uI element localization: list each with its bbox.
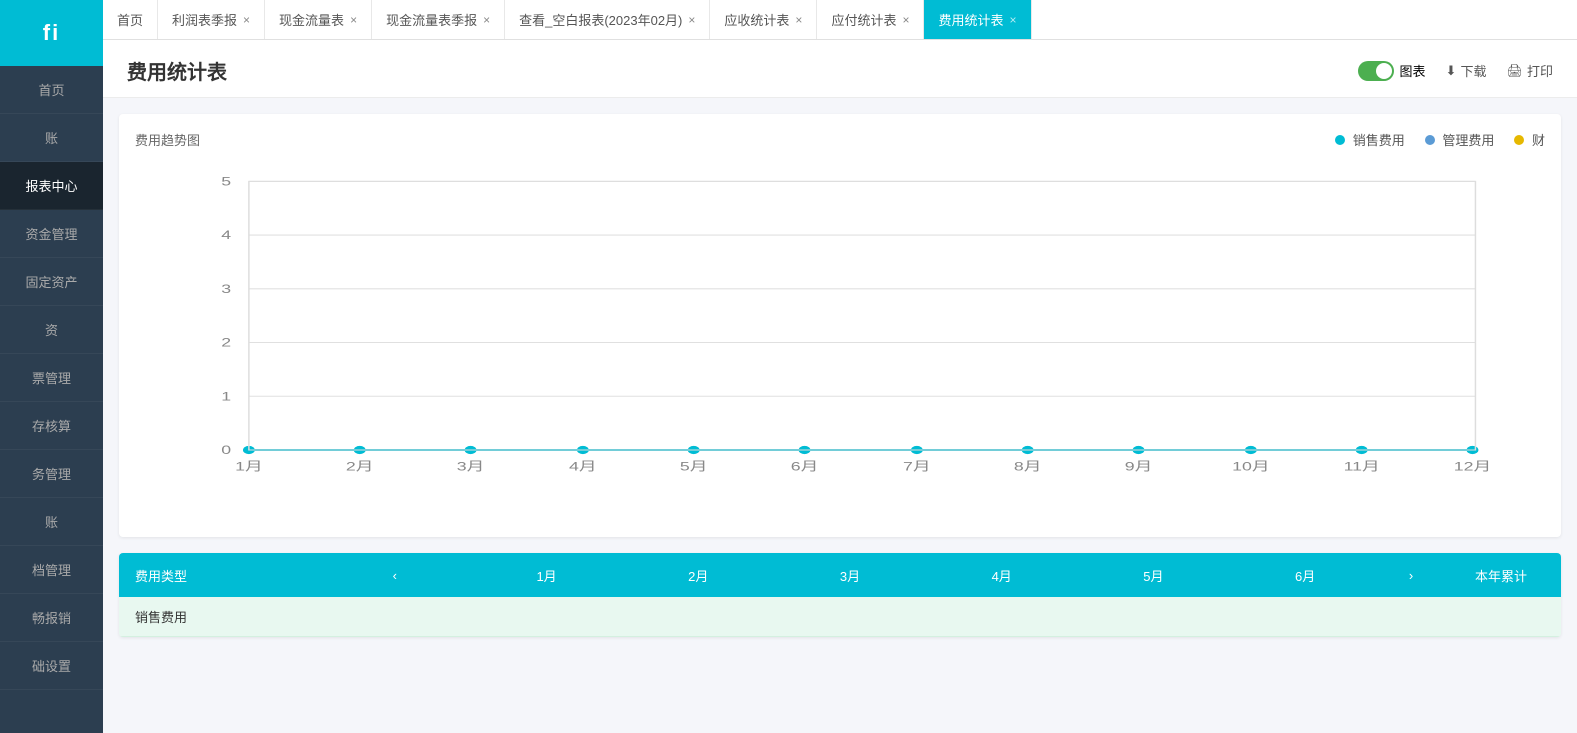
page-title: 费用统计表 bbox=[127, 56, 227, 85]
print-label: 打印 bbox=[1527, 61, 1553, 80]
chart-toggle-label: 图表 bbox=[1400, 61, 1426, 80]
tab-bar: 首页 利润表季报 × 现金流量表 × 现金流量表季报 × 查看_空白报表(202… bbox=[103, 0, 1577, 40]
print-icon: 🖨 bbox=[1506, 63, 1523, 79]
th-m5: 5月 bbox=[1078, 566, 1230, 585]
sidebar-item-service[interactable]: 务管理 bbox=[0, 450, 103, 498]
sidebar-logo: fi bbox=[0, 0, 103, 66]
sidebar-item-archive[interactable]: 档管理 bbox=[0, 546, 103, 594]
tab-receivable[interactable]: 应收统计表 × bbox=[710, 0, 817, 40]
chart-svg: 5 4 3 2 1 0 1月 2月 3月 4月 5月 6月 7月 8月 bbox=[175, 171, 1505, 481]
sidebar-item-payable[interactable]: 账 bbox=[0, 498, 103, 546]
sidebar-item-report[interactable]: 报表中心 bbox=[0, 162, 103, 210]
page-actions: 图表 ⬇ 下载 🖨 打印 bbox=[1358, 61, 1553, 81]
chart-toggle-wrap: 图表 bbox=[1358, 61, 1426, 81]
legend-finance: 财 bbox=[1514, 130, 1545, 149]
svg-text:0: 0 bbox=[221, 444, 231, 458]
sidebar-item-asset[interactable]: 固定资产 bbox=[0, 258, 103, 306]
tab-close-cashflow[interactable]: × bbox=[350, 13, 357, 27]
chart-section: 费用趋势图 销售费用 管理费用 财 bbox=[119, 114, 1561, 537]
svg-text:12月: 12月 bbox=[1454, 460, 1491, 474]
chart-header: 费用趋势图 销售费用 管理费用 财 bbox=[135, 130, 1545, 149]
svg-text:4月: 4月 bbox=[569, 460, 597, 474]
sidebar-item-fund[interactable]: 资金管理 bbox=[0, 210, 103, 258]
svg-text:6月: 6月 bbox=[791, 460, 819, 474]
th-m1: 1月 bbox=[471, 566, 623, 585]
tab-close-receivable[interactable]: × bbox=[795, 13, 802, 27]
download-button[interactable]: ⬇ 下载 bbox=[1446, 61, 1487, 80]
svg-text:7月: 7月 bbox=[903, 460, 931, 474]
th-m2: 2月 bbox=[622, 566, 774, 585]
td-type: 销售费用 bbox=[119, 607, 319, 626]
legend-sales: 销售费用 bbox=[1335, 130, 1405, 149]
th-nav-prev[interactable]: ‹ bbox=[319, 568, 471, 583]
sidebar-item-invoice[interactable]: 票管理 bbox=[0, 354, 103, 402]
tab-home[interactable]: 首页 bbox=[103, 0, 158, 40]
svg-text:8月: 8月 bbox=[1014, 460, 1042, 474]
th-nav-next[interactable]: › bbox=[1381, 568, 1441, 583]
page-header: 费用统计表 图表 ⬇ 下载 🖨 打印 bbox=[103, 40, 1577, 98]
legend-dot-admin bbox=[1425, 135, 1435, 145]
table-row: 销售费用 bbox=[119, 597, 1561, 637]
sidebar-item-settings[interactable]: 础设置 bbox=[0, 642, 103, 690]
expense-table: 费用类型 ‹ 1月 2月 3月 4月 5月 6月 › 本年累计 销售费用 bbox=[119, 553, 1561, 637]
chart-area: 5 4 3 2 1 0 1月 2月 3月 4月 5月 6月 7月 8月 bbox=[135, 161, 1545, 521]
svg-text:2月: 2月 bbox=[346, 460, 374, 474]
svg-text:2: 2 bbox=[221, 336, 231, 350]
sidebar-item-sales[interactable]: 畅报销 bbox=[0, 594, 103, 642]
svg-text:3月: 3月 bbox=[457, 460, 485, 474]
tab-profit[interactable]: 利润表季报 × bbox=[158, 0, 265, 40]
svg-text:10月: 10月 bbox=[1232, 460, 1269, 474]
download-label: 下载 bbox=[1460, 61, 1486, 80]
tab-payable-tab[interactable]: 应付统计表 × bbox=[817, 0, 924, 40]
th-type: 费用类型 bbox=[119, 566, 319, 585]
th-m4: 4月 bbox=[926, 566, 1078, 585]
download-icon: ⬇ bbox=[1446, 63, 1457, 79]
print-button[interactable]: 🖨 打印 bbox=[1506, 61, 1553, 80]
th-m6: 6月 bbox=[1229, 566, 1381, 585]
tab-expense[interactable]: 费用统计表 × bbox=[924, 0, 1031, 40]
tab-close-profit[interactable]: × bbox=[243, 13, 250, 27]
svg-text:9月: 9月 bbox=[1125, 460, 1153, 474]
chart-legend: 销售费用 管理费用 财 bbox=[1335, 130, 1545, 149]
svg-text:1月: 1月 bbox=[235, 460, 263, 474]
th-total: 本年累计 bbox=[1441, 566, 1561, 585]
svg-text:1: 1 bbox=[221, 390, 231, 404]
content-area: 费用统计表 图表 ⬇ 下载 🖨 打印 费用趋势图 bbox=[103, 40, 1577, 733]
svg-text:5月: 5月 bbox=[680, 460, 708, 474]
chart-title: 费用趋势图 bbox=[135, 130, 200, 149]
svg-text:3: 3 bbox=[221, 282, 231, 296]
legend-dot-finance bbox=[1514, 135, 1524, 145]
sidebar-item-home[interactable]: 首页 bbox=[0, 66, 103, 114]
svg-text:11月: 11月 bbox=[1344, 460, 1380, 474]
sidebar: fi 首页 账 报表中心 资金管理 固定资产 资 票管理 存核算 务管理 账 档… bbox=[0, 0, 103, 733]
sidebar-item-stock[interactable]: 存核算 bbox=[0, 402, 103, 450]
table-header: 费用类型 ‹ 1月 2月 3月 4月 5月 6月 › 本年累计 bbox=[119, 553, 1561, 597]
main-content: 首页 利润表季报 × 现金流量表 × 现金流量表季报 × 查看_空白报表(202… bbox=[103, 0, 1577, 733]
tab-close-payable[interactable]: × bbox=[902, 13, 909, 27]
tab-cashflow[interactable]: 现金流量表 × bbox=[265, 0, 372, 40]
svg-text:4: 4 bbox=[221, 229, 231, 243]
sidebar-item-invest[interactable]: 资 bbox=[0, 306, 103, 354]
legend-admin: 管理费用 bbox=[1425, 130, 1495, 149]
tab-close-blank[interactable]: × bbox=[688, 13, 695, 27]
tab-close-expense[interactable]: × bbox=[1009, 13, 1016, 27]
sidebar-item-account[interactable]: 账 bbox=[0, 114, 103, 162]
tab-blank[interactable]: 查看_空白报表(2023年02月) × bbox=[505, 0, 710, 40]
legend-dot-sales bbox=[1335, 135, 1345, 145]
th-m3: 3月 bbox=[774, 566, 926, 585]
chart-toggle[interactable] bbox=[1358, 61, 1394, 81]
tab-cashflowq[interactable]: 现金流量表季报 × bbox=[372, 0, 505, 40]
tab-close-cashflowq[interactable]: × bbox=[483, 13, 490, 27]
svg-text:5: 5 bbox=[221, 175, 231, 189]
